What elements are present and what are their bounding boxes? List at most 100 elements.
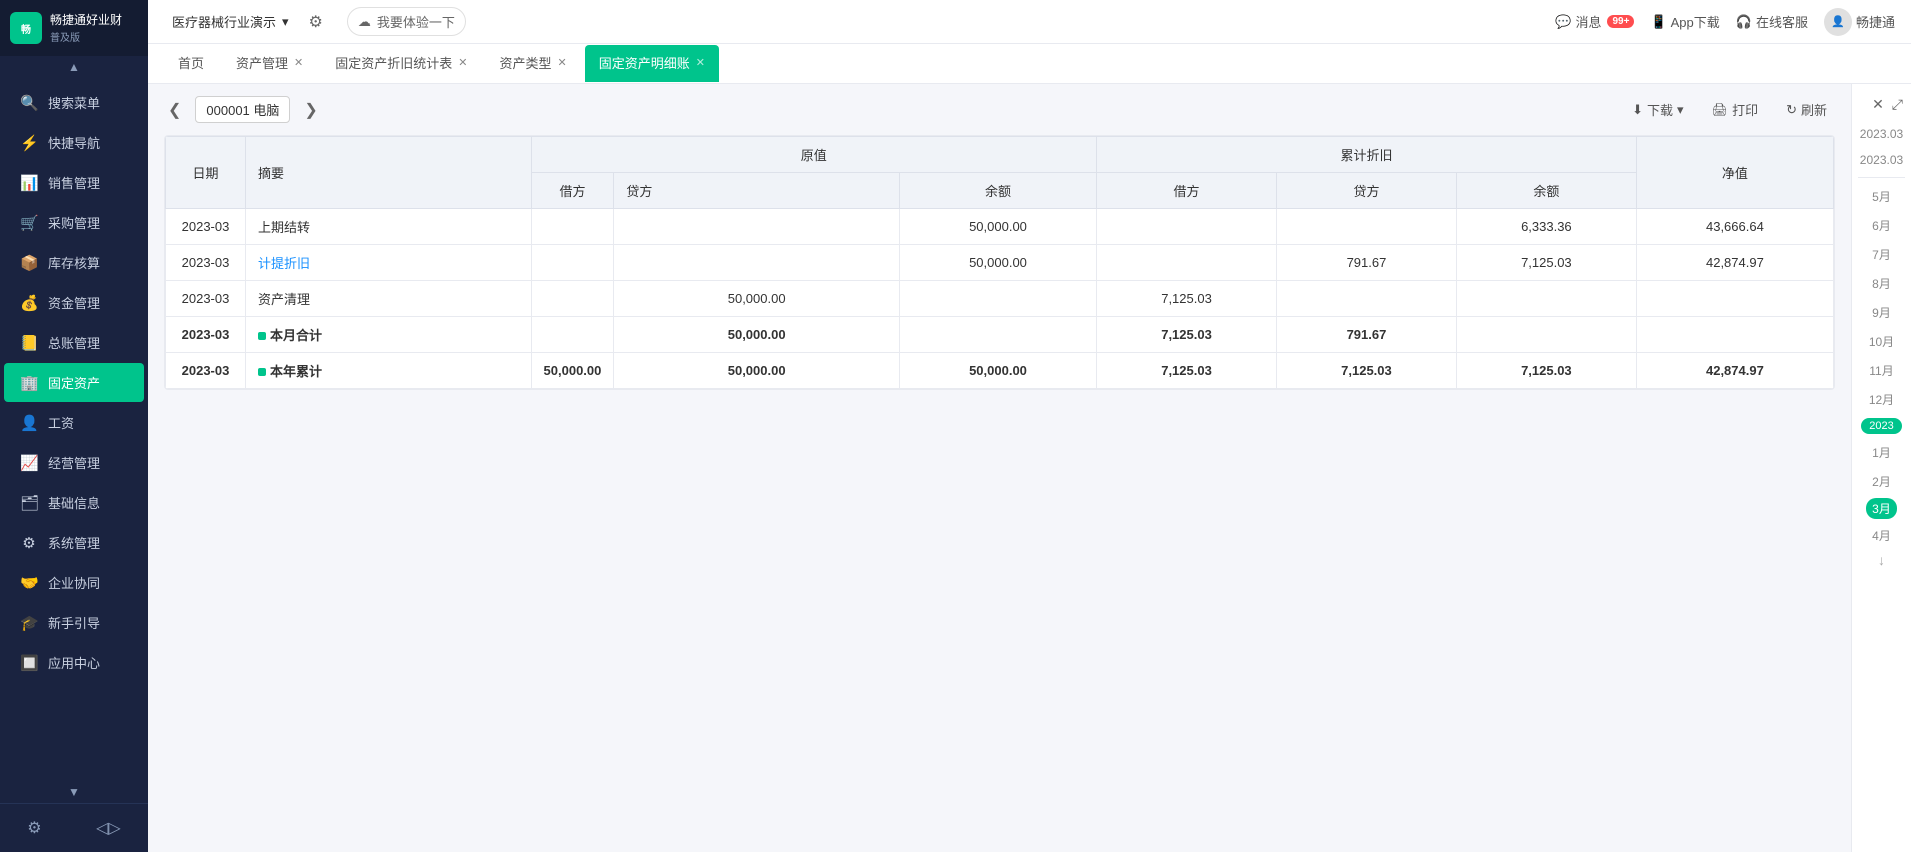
sidebar-item-guide[interactable]: 🎓 新手引导 bbox=[4, 603, 144, 642]
cell-date: 2023-03 bbox=[166, 245, 246, 281]
asset-code-tag: 000001 电脑 bbox=[195, 96, 290, 123]
tab-depreciation-stats[interactable]: 固定资产折旧统计表 ✕ bbox=[321, 45, 481, 82]
sidebar-item-label: 固定资产 bbox=[48, 373, 100, 392]
purchase-icon: 🛒 bbox=[20, 214, 38, 232]
cell-net-value: 43,666.64 bbox=[1636, 209, 1833, 245]
sidebar-item-label: 经营管理 bbox=[48, 453, 100, 472]
timeline-month-item[interactable]: 2月 bbox=[1852, 467, 1911, 496]
sidebar: 畅 畅捷通好业财 普及版 ▲ 🔍 搜索菜单 ⚡ 快捷导航 📊 销售管理 🛒 采购… bbox=[0, 0, 148, 852]
app-logo-icon: 畅 bbox=[10, 12, 42, 44]
timeline-month-item[interactable]: 8月 bbox=[1852, 269, 1911, 298]
timeline-month-item[interactable]: 1月 bbox=[1852, 438, 1911, 467]
download-label: 下载 bbox=[1647, 100, 1673, 119]
tab-asset-management[interactable]: 资产管理 ✕ bbox=[222, 45, 317, 82]
cell-orig-balance: 50,000.00 bbox=[899, 245, 1096, 281]
tab-fixed-asset-ledger[interactable]: 固定资产明细账 ✕ bbox=[585, 45, 719, 82]
user-area[interactable]: 👤 畅捷通 bbox=[1824, 8, 1895, 36]
tab-close-icon[interactable]: ✕ bbox=[458, 56, 467, 69]
cell-orig-credit: 50,000.00 bbox=[614, 317, 900, 353]
sidebar-item-label: 搜索菜单 bbox=[48, 93, 100, 112]
download-icon: ⬇ bbox=[1632, 102, 1643, 118]
online-service-button[interactable]: 🎧 在线客服 bbox=[1736, 12, 1808, 31]
message-badge: 99+ bbox=[1607, 15, 1634, 28]
dropdown-icon: ▾ bbox=[282, 14, 289, 30]
sidebar-item-collab[interactable]: 🤝 企业协同 bbox=[4, 563, 144, 602]
cell-net-value bbox=[1636, 317, 1833, 353]
message-icon: 💬 bbox=[1555, 14, 1571, 30]
sidebar-item-system[interactable]: ⚙ 系统管理 bbox=[4, 523, 144, 562]
green-dot-icon bbox=[258, 368, 266, 376]
next-asset-button[interactable]: ❯ bbox=[300, 98, 321, 122]
cell-summary: 资产清理 bbox=[246, 281, 532, 317]
refresh-button[interactable]: ↻ 刷新 bbox=[1778, 96, 1835, 123]
prev-asset-button[interactable]: ❮ bbox=[164, 98, 185, 122]
timeline-month-item[interactable]: 5月 bbox=[1852, 182, 1911, 211]
timeline-month-item[interactable]: 12月 bbox=[1852, 385, 1911, 414]
sidebar-item-ledger[interactable]: 📒 总账管理 bbox=[4, 323, 144, 362]
message-button[interactable]: 💬 消息 99+ bbox=[1555, 12, 1634, 31]
header-settings-icon[interactable]: ⚙ bbox=[309, 12, 323, 32]
sidebar-item-apps[interactable]: 🔲 应用中心 bbox=[4, 643, 144, 682]
sidebar-item-sales[interactable]: 📊 销售管理 bbox=[4, 163, 144, 202]
tab-label: 固定资产明细账 bbox=[599, 53, 690, 72]
table-row: 2023-03 资产清理 50,000.00 7,125.03 bbox=[166, 281, 1834, 317]
sidebar-item-quicknav[interactable]: ⚡ 快捷导航 bbox=[4, 123, 144, 162]
cell-dep-debit: 7,125.03 bbox=[1097, 317, 1277, 353]
download-button[interactable]: ⬇ 下载 ▾ bbox=[1624, 96, 1691, 123]
timeline-entry[interactable]: 2023.03 bbox=[1852, 147, 1911, 173]
sidebar-item-payroll[interactable]: 👤 工资 bbox=[4, 403, 144, 442]
sidebar-scroll-up[interactable]: ▲ bbox=[0, 56, 148, 78]
sidebar-item-basics[interactable]: 🗂 基础信息 bbox=[4, 483, 144, 522]
quicknav-icon: ⚡ bbox=[20, 134, 38, 152]
year-badge[interactable]: 2023 bbox=[1861, 418, 1901, 434]
timeline-month-item[interactable]: 11月 bbox=[1852, 356, 1911, 385]
timeline-entry[interactable]: 2023.03 bbox=[1852, 121, 1911, 147]
timeline-scroll-down[interactable]: ↓ bbox=[1878, 552, 1885, 568]
tab-close-icon[interactable]: ✕ bbox=[696, 56, 705, 69]
sidebar-scroll-down[interactable]: ▼ bbox=[0, 781, 148, 803]
sidebar-item-inventory[interactable]: 📦 库存核算 bbox=[4, 243, 144, 282]
timeline-month-item[interactable]: 4月 bbox=[1852, 521, 1911, 550]
tab-asset-type[interactable]: 资产类型 ✕ bbox=[485, 45, 580, 82]
timeline-month-item[interactable]: 10月 bbox=[1852, 327, 1911, 356]
search-icon: 🔍 bbox=[20, 94, 38, 112]
sidebar-item-finance[interactable]: 💰 资金管理 bbox=[4, 283, 144, 322]
app-name: 畅捷通好业财 bbox=[50, 12, 122, 29]
experience-button[interactable]: ☁ 我要体验一下 bbox=[347, 7, 466, 36]
summary-link[interactable]: 计提折旧 bbox=[258, 256, 310, 271]
sidebar-item-label: 销售管理 bbox=[48, 173, 100, 192]
active-month-badge[interactable]: 3月 bbox=[1866, 498, 1897, 519]
sidebar-logo: 畅 畅捷通好业财 普及版 bbox=[0, 0, 148, 56]
timeline-month-item[interactable]: 9月 bbox=[1852, 298, 1911, 327]
timeline-month-item[interactable]: 7月 bbox=[1852, 240, 1911, 269]
tab-close-icon[interactable]: ✕ bbox=[294, 56, 303, 69]
sidebar-item-management[interactable]: 📈 经营管理 bbox=[4, 443, 144, 482]
header-orig-credit: 贷方 bbox=[614, 173, 900, 209]
cell-dep-debit bbox=[1097, 209, 1277, 245]
timeline-month-item[interactable]: 6月 bbox=[1852, 211, 1911, 240]
sidebar-item-fixed-assets[interactable]: 🏢 固定资产 bbox=[4, 363, 144, 402]
sidebar-item-purchase[interactable]: 🛒 采购管理 bbox=[4, 203, 144, 242]
panel-expand-icon[interactable]: ⤢ bbox=[1890, 94, 1905, 115]
app-download-icon: 📱 bbox=[1650, 14, 1666, 30]
panel-header: ✕ ⤢ bbox=[1852, 92, 1911, 117]
print-button[interactable]: 🖨 打印 bbox=[1704, 96, 1767, 123]
settings-bottom-icon[interactable]: ⚙ bbox=[21, 812, 47, 844]
tab-home[interactable]: 首页 bbox=[164, 45, 218, 82]
collapse-sidebar-icon[interactable]: ◁▷ bbox=[90, 812, 127, 844]
panel-close-icon[interactable]: ✕ bbox=[1870, 94, 1886, 115]
sidebar-item-label: 采购管理 bbox=[48, 213, 100, 232]
company-selector[interactable]: 医疗器械行业演示 ▾ bbox=[164, 8, 297, 35]
content-area: ❮ 000001 电脑 ❯ ⬇ 下载 ▾ 🖨 打印 ↻ bbox=[148, 84, 1911, 852]
fixed-assets-icon: 🏢 bbox=[20, 374, 38, 392]
basics-icon: 🗂 bbox=[20, 494, 38, 512]
cell-orig-debit bbox=[531, 281, 614, 317]
cell-orig-balance: 50,000.00 bbox=[899, 209, 1096, 245]
sidebar-item-search[interactable]: 🔍 搜索菜单 bbox=[4, 83, 144, 122]
refresh-label: 刷新 bbox=[1801, 100, 1827, 119]
sidebar-item-label: 基础信息 bbox=[48, 493, 100, 512]
cell-orig-balance bbox=[899, 317, 1096, 353]
cell-net-value: 42,874.97 bbox=[1636, 245, 1833, 281]
tab-close-icon[interactable]: ✕ bbox=[558, 56, 567, 69]
app-download-button[interactable]: 📱 App下载 bbox=[1650, 12, 1719, 31]
